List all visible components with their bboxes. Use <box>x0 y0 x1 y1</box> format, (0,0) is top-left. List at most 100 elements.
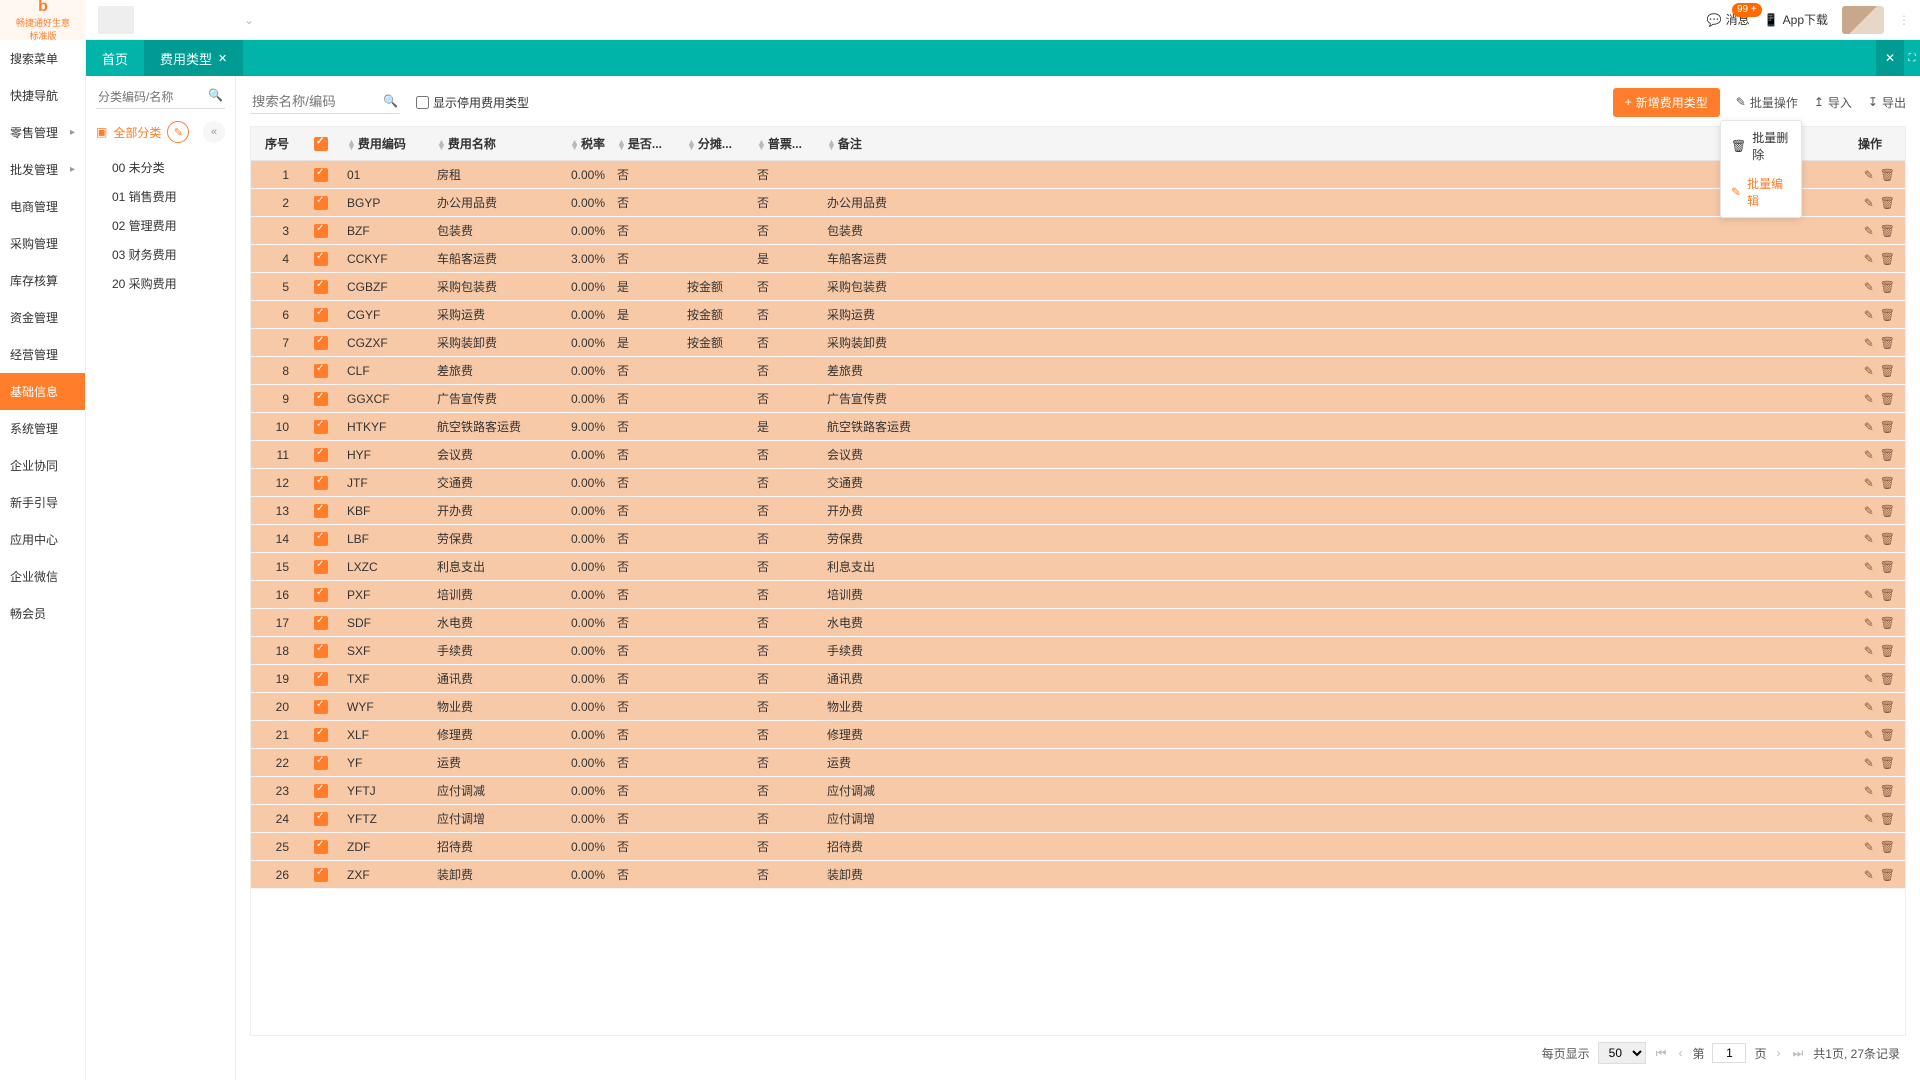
search-icon[interactable]: 🔍 <box>208 88 223 102</box>
row-checkbox[interactable] <box>314 504 328 518</box>
batch-edit-item[interactable]: ✎ 批量编辑 <box>1721 169 1801 215</box>
cell-select[interactable] <box>301 637 341 665</box>
last-page-button[interactable]: ⏭ <box>1790 1046 1805 1061</box>
add-fee-type-button[interactable]: + 新增费用类型 <box>1613 88 1720 117</box>
row-delete-icon[interactable]: 🗑 <box>1880 196 1895 210</box>
row-edit-icon[interactable]: ✎ <box>1864 448 1874 462</box>
cell-select[interactable] <box>301 469 341 497</box>
row-edit-icon[interactable]: ✎ <box>1864 616 1874 630</box>
first-page-button[interactable]: ⏮ <box>1654 1046 1669 1061</box>
row-delete-icon[interactable]: 🗑 <box>1880 560 1895 574</box>
sidebar-item[interactable]: 经营管理 <box>0 336 85 373</box>
cell-select[interactable] <box>301 245 341 273</box>
table-row[interactable]: 14LBF劳保费0.00%否否劳保费✎🗑 <box>251 525 1905 553</box>
cell-select[interactable] <box>301 161 341 189</box>
sidebar-item[interactable]: 系统管理 <box>0 410 85 447</box>
cell-select[interactable] <box>301 189 341 217</box>
table-row[interactable]: 13KBF开办费0.00%否否开办费✎🗑 <box>251 497 1905 525</box>
user-avatar[interactable] <box>1842 6 1884 34</box>
row-checkbox[interactable] <box>314 868 328 882</box>
row-edit-icon[interactable]: ✎ <box>1864 728 1874 742</box>
row-delete-icon[interactable]: 🗑 <box>1880 364 1895 378</box>
row-checkbox[interactable] <box>314 672 328 686</box>
col-rate[interactable]: ▲▼税率 <box>551 127 611 161</box>
row-delete-icon[interactable]: 🗑 <box>1880 420 1895 434</box>
row-checkbox[interactable] <box>314 532 328 546</box>
table-row[interactable]: 21XLF修理费0.00%否否修理费✎🗑 <box>251 721 1905 749</box>
table-row[interactable]: 23YFTJ应付调减0.00%否否应付调减✎🗑 <box>251 777 1905 805</box>
row-delete-icon[interactable]: 🗑 <box>1880 728 1895 742</box>
row-delete-icon[interactable]: 🗑 <box>1880 224 1895 238</box>
table-row[interactable]: 11HYF会议费0.00%否否会议费✎🗑 <box>251 441 1905 469</box>
table-row[interactable]: 18SXF手续费0.00%否否手续费✎🗑 <box>251 637 1905 665</box>
row-delete-icon[interactable]: 🗑 <box>1880 252 1895 266</box>
tab[interactable]: 费用类型✕ <box>144 40 243 76</box>
cell-select[interactable] <box>301 581 341 609</box>
table-row[interactable]: 19TXF通讯费0.00%否否通讯费✎🗑 <box>251 665 1905 693</box>
row-delete-icon[interactable]: 🗑 <box>1880 448 1895 462</box>
cell-select[interactable] <box>301 665 341 693</box>
row-checkbox[interactable] <box>314 224 328 238</box>
export-button[interactable]: ↧ 导出 <box>1868 94 1906 111</box>
cell-select[interactable] <box>301 553 341 581</box>
row-delete-icon[interactable]: 🗑 <box>1880 532 1895 546</box>
cell-select[interactable] <box>301 805 341 833</box>
show-disabled-input[interactable] <box>416 96 429 109</box>
cell-select[interactable] <box>301 329 341 357</box>
sidebar-item[interactable]: 快捷导航 <box>0 77 85 114</box>
row-edit-icon[interactable]: ✎ <box>1864 504 1874 518</box>
row-edit-icon[interactable]: ✎ <box>1864 308 1874 322</box>
category-item[interactable]: 03 财务费用 <box>86 240 235 269</box>
sidebar-item[interactable]: 零售管理▸ <box>0 114 85 151</box>
more-icon[interactable]: ⋮ <box>1898 13 1910 27</box>
category-item[interactable]: 02 管理费用 <box>86 211 235 240</box>
row-edit-icon[interactable]: ✎ <box>1864 168 1874 182</box>
row-edit-icon[interactable]: ✎ <box>1864 336 1874 350</box>
cell-select[interactable] <box>301 385 341 413</box>
col-is[interactable]: ▲▼是否... <box>611 127 681 161</box>
row-edit-icon[interactable]: ✎ <box>1864 784 1874 798</box>
row-checkbox[interactable] <box>314 168 328 182</box>
col-seq[interactable]: 序号 <box>251 127 301 161</box>
category-item[interactable]: 01 销售费用 <box>86 182 235 211</box>
tab[interactable]: 首页 <box>86 40 144 76</box>
table-row[interactable]: 9GGXCF广告宣传费0.00%否否广告宣传费✎🗑 <box>251 385 1905 413</box>
cell-select[interactable] <box>301 833 341 861</box>
table-row[interactable]: 25ZDF招待费0.00%否否招待费✎🗑 <box>251 833 1905 861</box>
messages-button[interactable]: 💬 消息 99 + <box>1707 11 1750 28</box>
cell-select[interactable] <box>301 777 341 805</box>
page-input[interactable] <box>1712 1043 1746 1063</box>
row-delete-icon[interactable]: 🗑 <box>1880 756 1895 770</box>
collapse-sidebar-button[interactable]: « <box>203 121 225 143</box>
row-delete-icon[interactable]: 🗑 <box>1880 840 1895 854</box>
table-row[interactable]: 3BZF包装费0.00%否否包装费✎🗑 <box>251 217 1905 245</box>
sidebar-item[interactable]: 电商管理 <box>0 188 85 225</box>
org-selector[interactable]: ⌄ <box>86 6 266 34</box>
row-edit-icon[interactable]: ✎ <box>1864 196 1874 210</box>
close-tab-icon[interactable]: ✕ <box>218 52 227 65</box>
cell-select[interactable] <box>301 721 341 749</box>
batch-delete-item[interactable]: 🗑 批量删除 <box>1721 123 1801 169</box>
row-edit-icon[interactable]: ✎ <box>1864 420 1874 434</box>
sidebar-item[interactable]: 搜索菜单 <box>0 40 85 77</box>
sidebar-item[interactable]: 基础信息 <box>0 373 85 410</box>
cell-select[interactable] <box>301 301 341 329</box>
import-button[interactable]: ↥ 导入 <box>1814 94 1852 111</box>
row-edit-icon[interactable]: ✎ <box>1864 756 1874 770</box>
select-all-checkbox[interactable] <box>314 137 328 151</box>
row-checkbox[interactable] <box>314 756 328 770</box>
category-item[interactable]: 20 采购费用 <box>86 269 235 298</box>
row-checkbox[interactable] <box>314 644 328 658</box>
batch-button[interactable]: ✎ 批量操作 <box>1736 94 1798 111</box>
col-pupiao[interactable]: ▲▼普票... <box>751 127 821 161</box>
row-delete-icon[interactable]: 🗑 <box>1880 616 1895 630</box>
row-edit-icon[interactable]: ✎ <box>1864 364 1874 378</box>
row-delete-icon[interactable]: 🗑 <box>1880 868 1895 882</box>
row-edit-icon[interactable]: ✎ <box>1864 280 1874 294</box>
row-checkbox[interactable] <box>314 588 328 602</box>
row-checkbox[interactable] <box>314 476 328 490</box>
col-apportion[interactable]: ▲▼分摊... <box>681 127 751 161</box>
row-edit-icon[interactable]: ✎ <box>1864 224 1874 238</box>
show-disabled-checkbox[interactable]: 显示停用费用类型 <box>416 94 529 111</box>
row-delete-icon[interactable]: 🗑 <box>1880 700 1895 714</box>
